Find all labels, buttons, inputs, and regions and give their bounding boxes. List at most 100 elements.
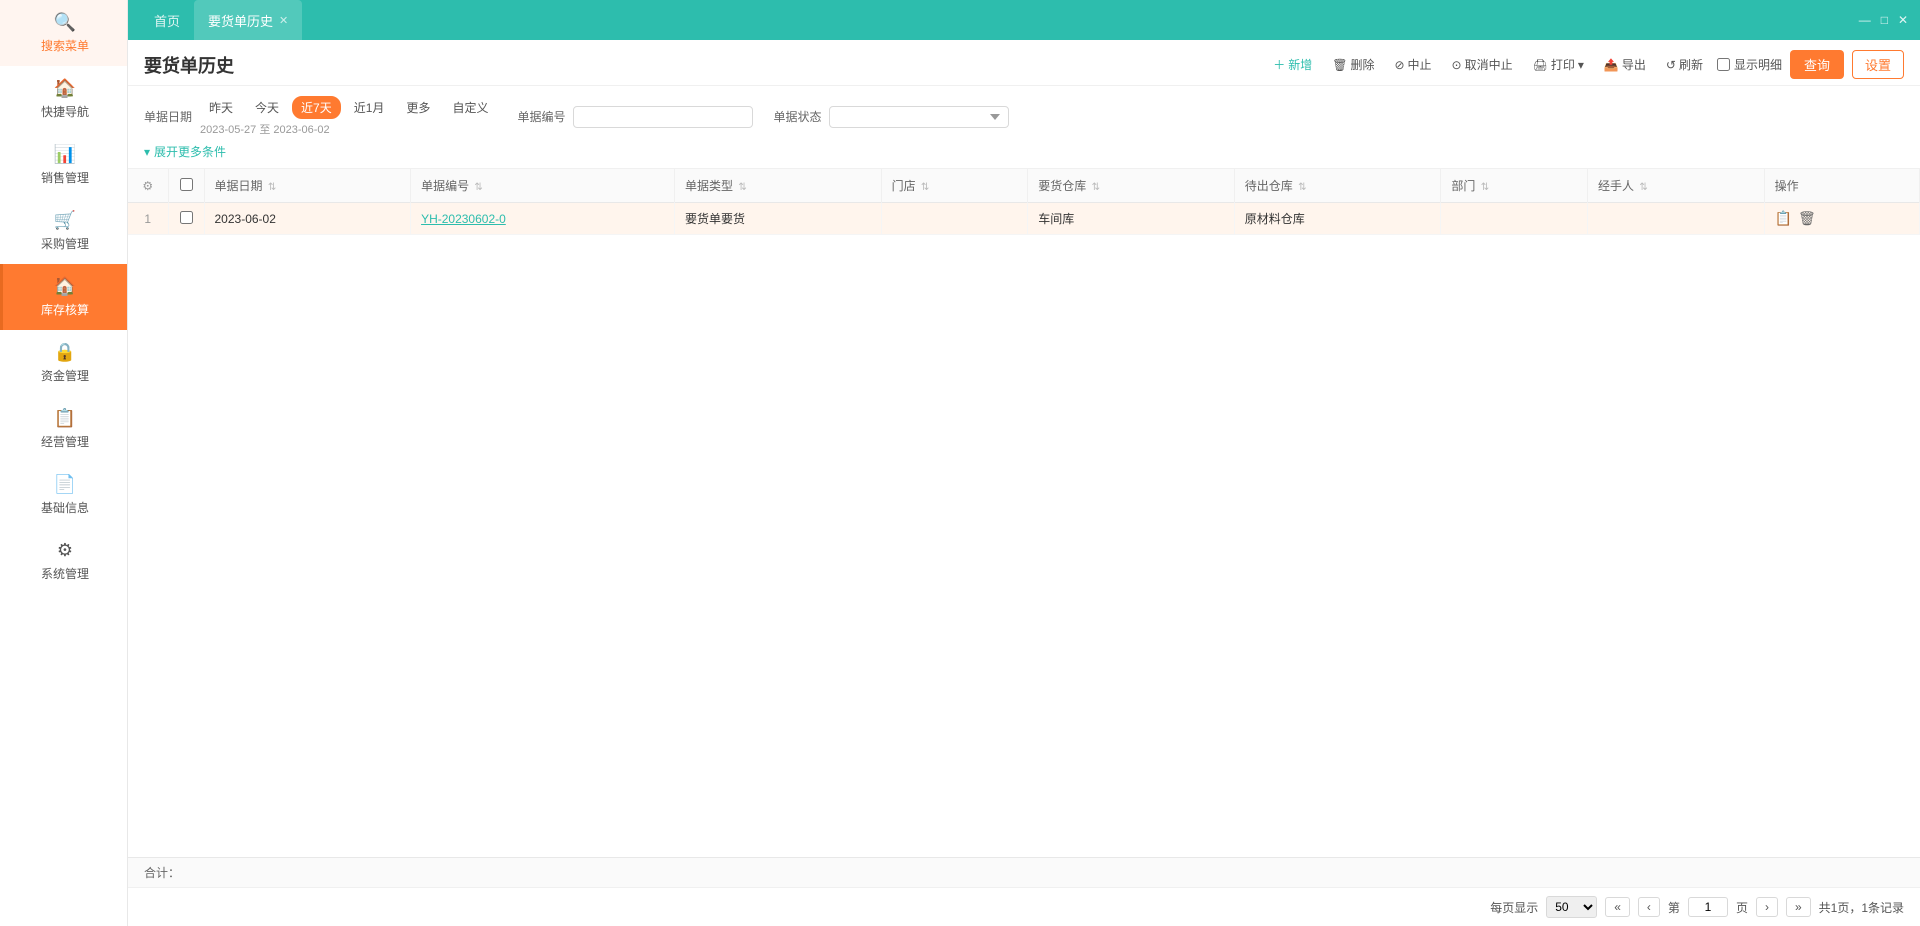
settings-button[interactable]: 设置 bbox=[1852, 50, 1904, 79]
print-icon: 🖨 bbox=[1533, 58, 1548, 72]
order-no-filter-group: 单据编号 bbox=[517, 106, 753, 128]
date-btn-7days[interactable]: 近7天 bbox=[292, 96, 341, 119]
status-filter-group: 单据状态 bbox=[773, 106, 1009, 128]
system-icon: ⚙ bbox=[57, 540, 73, 561]
pagination: 每页显示 50 100 « ‹ 第 页 › » 共1页，1条记录 bbox=[128, 887, 1920, 926]
th-store[interactable]: 门店 ⇅ bbox=[881, 169, 1028, 203]
stop-button[interactable]: ⊘ 中止 bbox=[1388, 52, 1437, 77]
sidebar-item-basic-info[interactable]: 📄 基础信息 bbox=[0, 462, 127, 528]
page-input[interactable] bbox=[1688, 897, 1728, 917]
row-handler bbox=[1588, 203, 1765, 235]
sidebar-item-quick-nav[interactable]: 🏠 快捷导航 bbox=[0, 66, 127, 132]
basic-info-icon: 📄 bbox=[54, 474, 76, 495]
th-actions-label: 操作 bbox=[1775, 179, 1799, 193]
date-btn-today[interactable]: 今天 bbox=[246, 96, 288, 119]
sidebar-item-label: 库存核算 bbox=[41, 301, 89, 318]
th-order-no-label: 单据编号 bbox=[421, 179, 469, 193]
row-num: 1 bbox=[128, 203, 168, 235]
export-button[interactable]: 📤 导出 bbox=[1598, 52, 1652, 77]
th-store-label: 门店 bbox=[892, 179, 916, 193]
th-department[interactable]: 部门 ⇅ bbox=[1441, 169, 1588, 203]
display-detail-checkbox[interactable] bbox=[1717, 58, 1730, 71]
window-maximize-button[interactable]: □ bbox=[1881, 13, 1888, 27]
th-pending-warehouse-label: 待出仓库 bbox=[1245, 179, 1293, 193]
status-select[interactable] bbox=[829, 106, 1009, 128]
row-delete-icon[interactable]: 🗑 bbox=[1798, 210, 1816, 227]
row-order-no-link[interactable]: YH-20230602-0 bbox=[421, 212, 506, 226]
delete-button[interactable]: 🗑 删除 bbox=[1326, 52, 1380, 77]
date-btn-more[interactable]: 更多 bbox=[397, 96, 439, 119]
order-no-input[interactable] bbox=[573, 106, 753, 128]
window-minimize-button[interactable]: — bbox=[1859, 13, 1871, 27]
last-page-button[interactable]: » bbox=[1786, 897, 1811, 917]
th-settings[interactable]: ⚙ bbox=[128, 169, 168, 203]
sidebar: 🔍 搜索菜单 🏠 快捷导航 📊 销售管理 🛒 采购管理 🏠 库存核算 🔒 资金管… bbox=[0, 0, 128, 926]
row-order-no: YH-20230602-0 bbox=[411, 203, 675, 235]
tab-close-icon[interactable]: ✕ bbox=[279, 14, 288, 27]
sidebar-item-finance-mgmt[interactable]: 🔒 资金管理 bbox=[0, 330, 127, 396]
total-info: 共1页，1条记录 bbox=[1819, 899, 1904, 916]
cancel-stop-button[interactable]: ⊙ 取消中止 bbox=[1446, 52, 1519, 77]
print-button[interactable]: 🖨 打印 ▾ bbox=[1527, 52, 1590, 77]
th-pending-warehouse[interactable]: 待出仓库 ⇅ bbox=[1234, 169, 1441, 203]
th-order-no[interactable]: 单据编号 ⇅ bbox=[411, 169, 675, 203]
sidebar-item-label: 资金管理 bbox=[41, 367, 89, 384]
select-all-checkbox[interactable] bbox=[180, 178, 193, 191]
filter-bar: 单据日期 昨天 今天 近7天 近1月 更多 自定义 2023-05-27 至 2… bbox=[128, 86, 1920, 169]
sidebar-item-label: 销售管理 bbox=[41, 169, 89, 186]
stop-icon: ⊘ bbox=[1394, 58, 1404, 72]
date-btn-1month[interactable]: 近1月 bbox=[345, 96, 394, 119]
display-detail-checkbox-group: 显示明细 bbox=[1717, 56, 1782, 73]
th-req-warehouse[interactable]: 要货仓库 ⇅ bbox=[1028, 169, 1235, 203]
first-page-button[interactable]: « bbox=[1605, 897, 1630, 917]
th-order-type[interactable]: 单据类型 ⇅ bbox=[675, 169, 882, 203]
date-btn-yesterday[interactable]: 昨天 bbox=[200, 96, 242, 119]
sort-date-icon: ⇅ bbox=[268, 182, 276, 193]
purchase-icon: 🛒 bbox=[54, 210, 76, 231]
prev-page-button[interactable]: ‹ bbox=[1638, 897, 1660, 917]
new-button[interactable]: ＋ 新增 bbox=[1267, 52, 1318, 77]
row-date: 2023-06-02 bbox=[204, 203, 411, 235]
print-dropdown-icon: ▾ bbox=[1578, 58, 1584, 72]
cancel-stop-icon: ⊙ bbox=[1452, 58, 1462, 72]
date-btn-custom[interactable]: 自定义 bbox=[443, 96, 497, 119]
row-order-type: 要货单要货 bbox=[675, 203, 882, 235]
sidebar-item-search-menu[interactable]: 🔍 搜索菜单 bbox=[0, 0, 127, 66]
sidebar-item-sales-mgmt[interactable]: 📊 销售管理 bbox=[0, 132, 127, 198]
sidebar-item-label: 搜索菜单 bbox=[41, 37, 89, 54]
refresh-button[interactable]: ↺ 刷新 bbox=[1660, 52, 1709, 77]
th-checkbox bbox=[168, 169, 204, 203]
row-checkbox-cell bbox=[168, 203, 204, 235]
new-icon: ＋ bbox=[1273, 56, 1285, 73]
settings-icon: ⚙ bbox=[142, 179, 153, 193]
tab-order-history-label: 要货单历史 bbox=[208, 11, 273, 30]
refresh-icon: ↺ bbox=[1666, 58, 1676, 72]
expand-more-button[interactable]: ▾ 展开更多条件 bbox=[144, 143, 1904, 160]
top-bar: 首页 要货单历史 ✕ — □ ✕ bbox=[128, 0, 1920, 40]
row-edit-icon[interactable]: 📋 bbox=[1775, 210, 1792, 227]
page-header: 要货单历史 ＋ 新增 🗑 删除 ⊘ 中止 ⊙ 取消中止 bbox=[128, 40, 1920, 86]
sidebar-item-purchase-mgmt[interactable]: 🛒 采购管理 bbox=[0, 198, 127, 264]
date-filter-label: 单据日期 bbox=[144, 108, 192, 125]
table-container: ⚙ 单据日期 ⇅ 单据编号 ⇅ bbox=[128, 169, 1920, 857]
query-button[interactable]: 查询 bbox=[1790, 50, 1844, 79]
top-bar-right: — □ ✕ bbox=[1859, 13, 1908, 27]
sidebar-item-inventory[interactable]: 🏠 库存核算 bbox=[0, 264, 127, 330]
th-date[interactable]: 单据日期 ⇅ bbox=[204, 169, 411, 203]
tab-order-history[interactable]: 要货单历史 ✕ bbox=[194, 0, 302, 40]
sidebar-item-system-mgmt[interactable]: ⚙ 系统管理 bbox=[0, 528, 127, 594]
sidebar-item-operations-mgmt[interactable]: 📋 经营管理 bbox=[0, 396, 127, 462]
sidebar-item-label: 快捷导航 bbox=[41, 103, 89, 120]
tab-home[interactable]: 首页 bbox=[140, 0, 194, 40]
row-checkbox[interactable] bbox=[180, 211, 193, 224]
next-page-button[interactable]: › bbox=[1756, 897, 1778, 917]
window-close-button[interactable]: ✕ bbox=[1898, 13, 1908, 27]
th-actions: 操作 bbox=[1764, 169, 1919, 203]
table-row: 1 2023-06-02 YH-20230602-0 要货单要货 车间库 原材料… bbox=[128, 203, 1920, 235]
page-suffix: 页 bbox=[1736, 899, 1748, 916]
per-page-select[interactable]: 50 100 bbox=[1546, 896, 1597, 918]
sort-store-icon: ⇅ bbox=[921, 182, 929, 193]
th-date-label: 单据日期 bbox=[215, 179, 263, 193]
th-handler[interactable]: 经手人 ⇅ bbox=[1588, 169, 1765, 203]
row-store bbox=[881, 203, 1028, 235]
